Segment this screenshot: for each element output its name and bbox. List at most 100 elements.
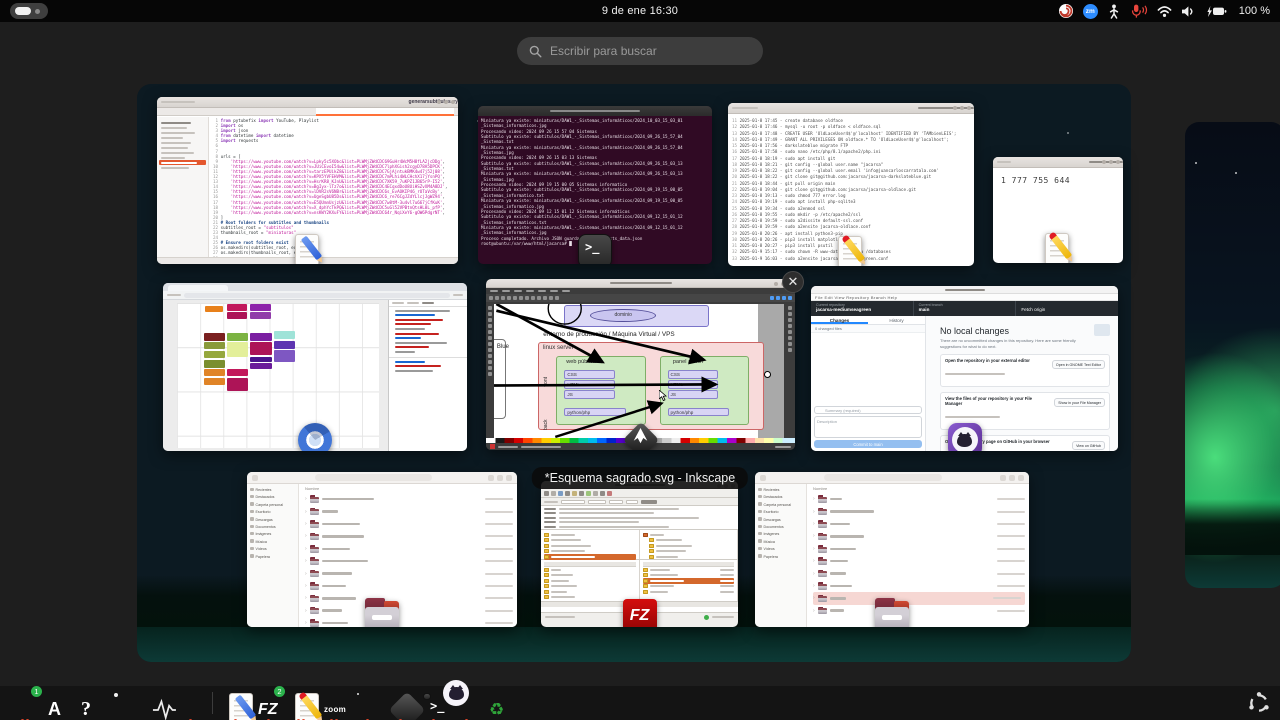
chromium-app-icon (295, 420, 335, 451)
dock-item-gedit[interactable] (222, 690, 257, 720)
dock-item-obs-studio[interactable] (354, 690, 380, 720)
window-files-2[interactable]: Recientes Destacados Carpeta personal Escri… (755, 472, 1029, 627)
dock-item-help[interactable]: ? (78, 690, 104, 720)
accessibility-icon[interactable] (1107, 4, 1121, 19)
tab-history[interactable]: History (868, 316, 925, 324)
cursor-icon (659, 389, 668, 401)
calendar-event-block (227, 377, 249, 391)
window-gedit-log[interactable]: 11 2025-01-8 17:45 - create database old… (728, 103, 974, 266)
handle-dot (763, 371, 771, 378)
calendar-event-block (250, 356, 272, 363)
quickconnect-bar (541, 498, 738, 506)
calendar-event-block (227, 368, 249, 377)
path-bar (823, 474, 943, 481)
titlebar: generarsubtitulos.py (157, 97, 458, 108)
dock-item-chromium[interactable] (177, 690, 203, 720)
commit-button[interactable]: Commit to main (814, 440, 922, 448)
show-files-button[interactable]: Show in your File Manager (1054, 398, 1105, 408)
dock: 1 A ? FZ 2 zoom >_ ♻ (0, 680, 1280, 720)
current-repository[interactable]: Current repository jacarsa-mediumseagree… (811, 301, 914, 316)
dock-item-filezilla[interactable]: FZ 2 (255, 686, 285, 720)
volume-icon[interactable] (1181, 5, 1195, 18)
show-applications-button[interactable] (1247, 691, 1271, 715)
system-tray[interactable]: zm 100 % (1058, 0, 1270, 22)
files-app-icon (362, 596, 402, 627)
calendar-event-block (227, 333, 249, 341)
calendar-event-block (250, 342, 272, 356)
remote-tree (639, 530, 738, 559)
tool-palette (486, 304, 494, 438)
dock-separator (212, 692, 213, 714)
window-filezilla[interactable]: FZ (541, 481, 738, 627)
wifi-icon[interactable] (1157, 5, 1172, 18)
waveform-icon (152, 698, 176, 720)
dock-item-files[interactable]: 1 (12, 686, 42, 720)
close-window-button[interactable]: ✕ (782, 271, 804, 293)
commit-description-input[interactable]: Description (814, 416, 922, 438)
window-tooltip: *Esquema sagrado.svg - Inkscape (531, 467, 749, 489)
notification-badge: 1 (31, 686, 42, 697)
browser-tab-strip (163, 283, 467, 291)
calendar-page (163, 300, 388, 451)
window-chromium-calendar[interactable] (163, 283, 467, 451)
view-button (497, 474, 503, 481)
headerbar (755, 472, 1029, 484)
dock-item-inkscape[interactable] (387, 690, 426, 720)
menu-button (1017, 474, 1024, 481)
screen-recorder-icon[interactable] (1058, 3, 1074, 19)
search-button (999, 474, 1006, 481)
search-input[interactable] (550, 44, 730, 58)
wallpaper-treeline (1185, 499, 1280, 556)
path-bar (314, 474, 432, 481)
commit-summary-input[interactable]: Summary (required) (814, 406, 922, 414)
calendar-event-block (203, 350, 226, 359)
calendar-event-block (250, 312, 271, 319)
battery-charging-icon[interactable] (1204, 5, 1228, 18)
zoom-tray-icon[interactable]: zm (1082, 3, 1098, 19)
gedit-app-icon (288, 231, 328, 264)
headerbar (247, 472, 517, 484)
menu-button (506, 474, 512, 481)
dock-item-zoom[interactable]: zoom (321, 690, 347, 720)
selected-folder (544, 554, 636, 560)
calendar-event-block (250, 363, 272, 369)
calendar-event-block (273, 331, 295, 340)
dock-item-github-desktop[interactable] (443, 680, 479, 720)
dock-item-system-monitor[interactable] (144, 690, 176, 720)
calendar-event-block (227, 312, 248, 319)
window-buttons (1102, 160, 1120, 164)
filezilla-app-icon: FZ (620, 596, 660, 627)
terminal-app-icon: >_ (575, 231, 615, 264)
open-editor-button[interactable]: Open in GNOME Text Editor (1051, 360, 1105, 370)
dock-item-text-editor[interactable] (288, 690, 323, 720)
search-bar[interactable] (517, 37, 763, 65)
menu-bar: File Edit View Repository Branch Help (811, 294, 1118, 301)
dock-item-usage[interactable] (111, 690, 137, 716)
file-sidebar (157, 117, 209, 257)
empty-state-title: No local changes (940, 326, 1010, 336)
window-files-1[interactable]: Recientes Destacados Carpeta personal Escri… (247, 472, 517, 627)
toolbar (541, 489, 738, 498)
svg-canvas: Blue dominio entorno de producción / Máq… (494, 304, 784, 438)
tab-changes[interactable]: Changes (811, 316, 868, 324)
window-gedit-code[interactable]: generarsubtitulos.py 1 from pytubefix im… (157, 97, 458, 264)
command-toolbar (486, 294, 795, 302)
dock-item-software-updater[interactable]: ♻ (486, 690, 512, 719)
window-github-desktop[interactable]: File Edit View Repository Branch Help Cu… (811, 286, 1118, 451)
workspace-next[interactable] (1185, 122, 1280, 588)
tab-strip (157, 108, 458, 116)
fetch-origin[interactable]: Fetch origin (1016, 301, 1118, 316)
tab-active (315, 108, 454, 116)
titlebar (728, 103, 974, 114)
dock-item-ubuntu-software[interactable]: A (45, 690, 71, 719)
browser-toolbar (163, 291, 467, 300)
window-terminal[interactable]: Miniatura ya existe: miniaturas/DAW1_-_S… (478, 106, 712, 264)
calendar-event-block (203, 368, 226, 377)
microphone-muted-icon[interactable] (1130, 4, 1148, 19)
browser-tab (168, 285, 228, 291)
window-gedit-numbers[interactable]: 1 777 755 644 (993, 157, 1123, 263)
view-github-button[interactable]: View on GitHub (1072, 441, 1105, 451)
window-inkscape[interactable]: Blue dominio entorno de producción / Máq… (486, 279, 795, 450)
message-log (541, 506, 738, 532)
current-branch[interactable]: Current branch main (914, 301, 1017, 316)
